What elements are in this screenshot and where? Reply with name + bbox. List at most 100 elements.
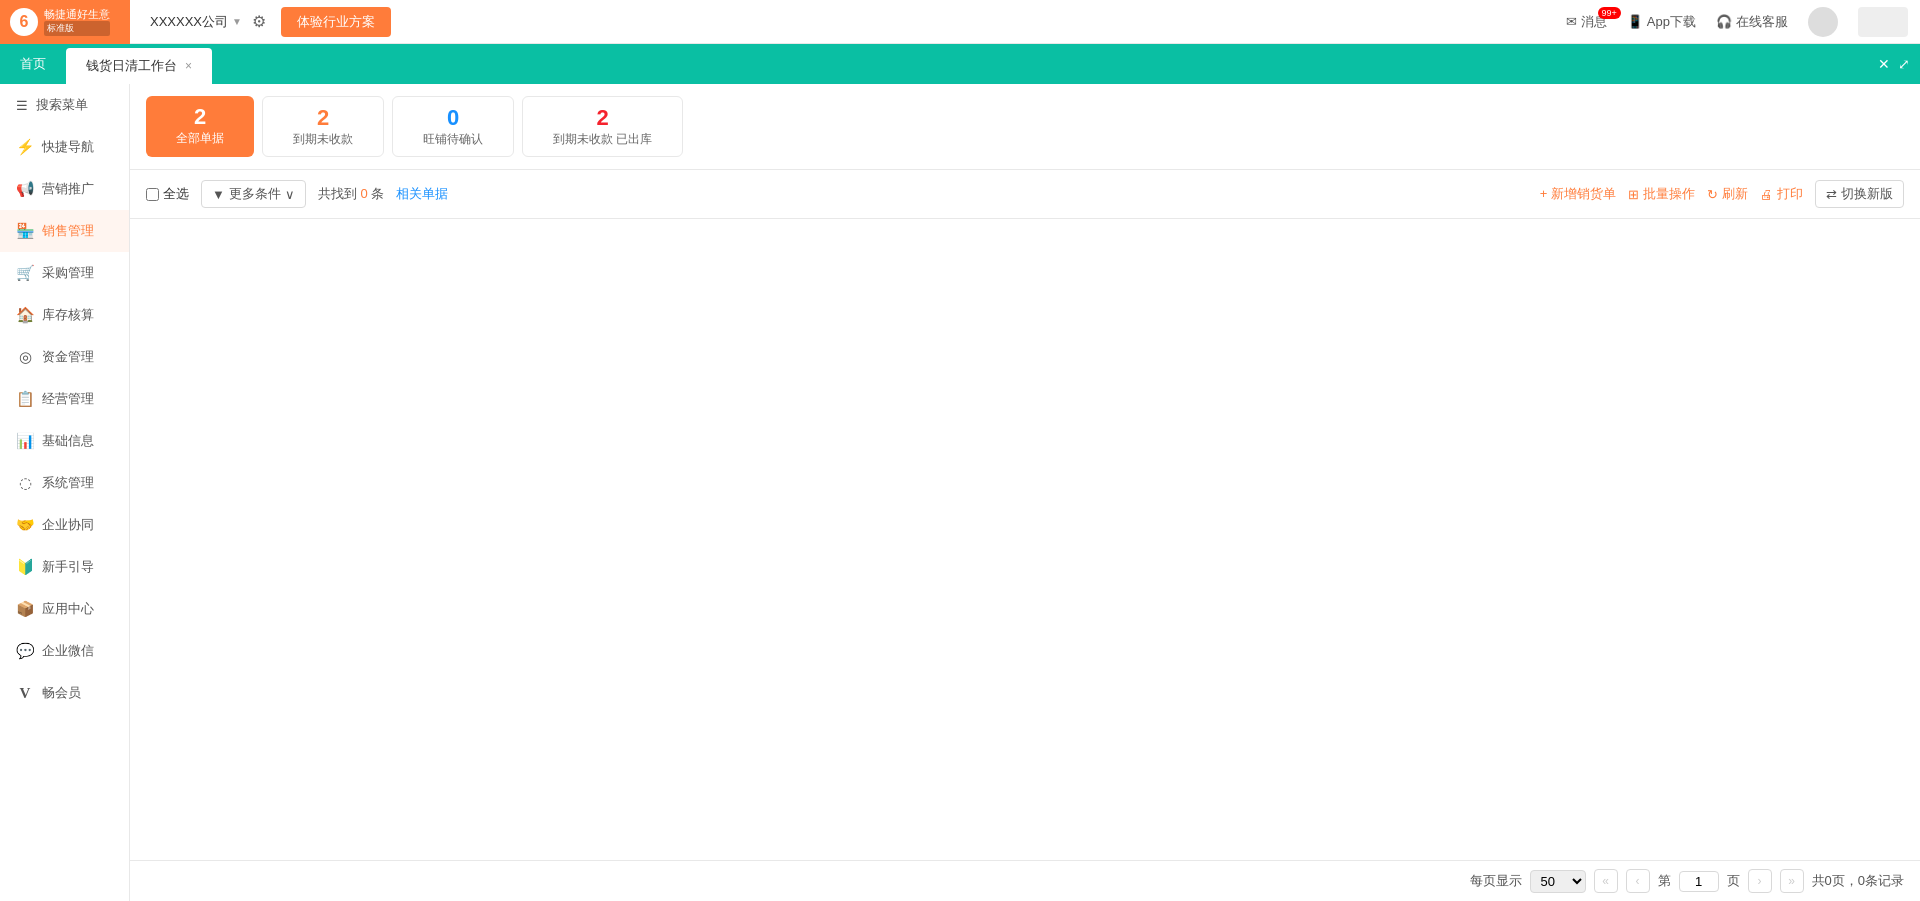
app-download-item[interactable]: 📱 App下载	[1627, 13, 1696, 31]
weixin-label: 企业微信	[42, 642, 94, 660]
inventory-label: 库存核算	[42, 306, 94, 324]
filter-icon: ▼	[212, 187, 225, 202]
sidebar-item-newbie[interactable]: 🔰 新手引导	[0, 546, 129, 588]
sidebar-item-operations[interactable]: 📋 经营管理	[0, 378, 129, 420]
sidebar-item-enterprise[interactable]: 🤝 企业协同	[0, 504, 129, 546]
top-right-area: ✉ 消息 99+ 📱 App下载 🎧 在线客服	[1566, 7, 1908, 37]
window-max-btn[interactable]: ⤢	[1898, 56, 1910, 72]
refresh-button[interactable]: ↻ 刷新	[1707, 185, 1748, 203]
sidebar-search[interactable]: ☰ 搜索菜单	[0, 84, 129, 126]
last-page-button[interactable]: »	[1780, 869, 1804, 893]
batch-operations-button[interactable]: ⊞ 批量操作	[1628, 185, 1695, 203]
quick-nav-icon: ⚡	[16, 138, 34, 156]
card-overdue-out-number: 2	[597, 105, 609, 131]
sidebar: ☰ 搜索菜单 ⚡ 快捷导航 📢 营销推广 🏪 销售管理 🛒 采购管理 🏠 库存核…	[0, 84, 130, 901]
logo-text-area: 畅捷通好生意 标准版	[44, 7, 110, 36]
sidebar-item-member[interactable]: V 畅会员	[0, 672, 129, 714]
member-icon: V	[16, 685, 34, 702]
card-overdue-number: 2	[317, 105, 329, 131]
print-label: 打印	[1777, 185, 1803, 203]
system-icon: ◌	[16, 474, 34, 492]
sales-label: 销售管理	[42, 222, 94, 240]
sidebar-item-app-center[interactable]: 📦 应用中心	[0, 588, 129, 630]
nav-tab-actions: ✕ ⤢	[1878, 56, 1920, 72]
logo-name: 畅捷通好生意	[44, 7, 110, 21]
avatar[interactable]	[1808, 7, 1838, 37]
found-count: 0	[361, 186, 368, 201]
sidebar-item-quick-nav[interactable]: ⚡ 快捷导航	[0, 126, 129, 168]
base-info-icon: 📊	[16, 432, 34, 450]
window-close-btn[interactable]: ✕	[1878, 56, 1890, 72]
select-all-input[interactable]	[146, 188, 159, 201]
select-all-checkbox[interactable]: 全选	[146, 185, 189, 203]
newbie-label: 新手引导	[42, 558, 94, 576]
table-area	[130, 219, 1920, 860]
marketing-icon: 📢	[16, 180, 34, 198]
page-end-label: 页	[1727, 872, 1740, 890]
search-icon: ☰	[16, 98, 28, 113]
related-link[interactable]: 相关单据	[396, 185, 448, 203]
prev-page-button[interactable]: ‹	[1626, 869, 1650, 893]
select-all-label: 全选	[163, 185, 189, 203]
quick-nav-label: 快捷导航	[42, 138, 94, 156]
operations-icon: 📋	[16, 390, 34, 408]
sidebar-item-sales[interactable]: 🏪 销售管理	[0, 210, 129, 252]
card-all[interactable]: 2 全部单据	[146, 96, 254, 157]
refresh-label: 刷新	[1722, 185, 1748, 203]
card-all-label: 全部单据	[176, 130, 224, 147]
tab-home[interactable]: 首页	[0, 44, 66, 84]
finance-label: 资金管理	[42, 348, 94, 366]
tab-close-icon[interactable]: ×	[185, 59, 192, 73]
online-service-item[interactable]: 🎧 在线客服	[1716, 13, 1788, 31]
sidebar-item-finance[interactable]: ◎ 资金管理	[0, 336, 129, 378]
trial-button[interactable]: 体验行业方案	[281, 7, 391, 37]
nav-tabs: 首页 钱货日清工作台 × ✕ ⤢	[0, 44, 1920, 84]
add-sales-order-button[interactable]: + 新增销货单	[1540, 185, 1616, 203]
summary-cards: 2 全部单据 2 到期未收款 0 旺铺待确认 2 到期未收款 已出库	[130, 84, 1920, 170]
weixin-icon: 💬	[16, 642, 34, 660]
sidebar-item-weixin[interactable]: 💬 企业微信	[0, 630, 129, 672]
page-label: 第	[1658, 872, 1671, 890]
print-icon: 🖨	[1760, 187, 1773, 202]
app-download-label: App下载	[1647, 13, 1696, 31]
base-info-label: 基础信息	[42, 432, 94, 450]
card-overdue[interactable]: 2 到期未收款	[262, 96, 384, 157]
message-icon: ✉	[1566, 14, 1577, 29]
headset-icon: 🎧	[1716, 14, 1732, 29]
card-overdue-out[interactable]: 2 到期未收款 已出库	[522, 96, 683, 157]
per-page-select[interactable]: 50 100 200	[1530, 870, 1586, 893]
content-area: 2 全部单据 2 到期未收款 0 旺铺待确认 2 到期未收款 已出库 全选	[130, 84, 1920, 901]
sidebar-item-marketing[interactable]: 📢 营销推广	[0, 168, 129, 210]
member-label: 畅会员	[42, 684, 81, 702]
first-page-button[interactable]: «	[1594, 869, 1618, 893]
settings-icon[interactable]: ⚙	[252, 12, 266, 31]
company-name: XXXXXX公司	[150, 13, 228, 31]
switch-icon: ⇄	[1826, 187, 1837, 202]
inventory-icon: 🏠	[16, 306, 34, 324]
next-page-button[interactable]: ›	[1748, 869, 1772, 893]
company-selector[interactable]: XXXXXX公司 ▼	[150, 13, 242, 31]
card-overdue-out-label: 到期未收款 已出库	[553, 131, 652, 148]
toolbar: 全选 ▼ 更多条件 ∨ 共找到 0 条 相关单据 + 新增销货单 ⊞ 批量操作	[130, 170, 1920, 219]
found-text: 共找到 0 条	[318, 185, 384, 203]
card-pending-label: 旺铺待确认	[423, 131, 483, 148]
print-button[interactable]: 🖨 打印	[1760, 185, 1803, 203]
card-pending-number: 0	[447, 105, 459, 131]
tab-active[interactable]: 钱货日清工作台 ×	[66, 48, 212, 84]
newbie-icon: 🔰	[16, 558, 34, 576]
switch-version-button[interactable]: ⇄ 切换新版	[1815, 180, 1904, 208]
filter-button[interactable]: ▼ 更多条件 ∨	[201, 180, 306, 208]
search-label: 搜索菜单	[36, 96, 88, 114]
message-item[interactable]: ✉ 消息 99+	[1566, 13, 1607, 31]
user-name-area[interactable]	[1858, 7, 1908, 37]
system-label: 系统管理	[42, 474, 94, 492]
sidebar-item-system[interactable]: ◌ 系统管理	[0, 462, 129, 504]
company-arrow: ▼	[232, 16, 242, 27]
page-number-input[interactable]	[1679, 871, 1719, 892]
sidebar-item-base-info[interactable]: 📊 基础信息	[0, 420, 129, 462]
card-pending[interactable]: 0 旺铺待确认	[392, 96, 514, 157]
sidebar-item-purchase[interactable]: 🛒 采购管理	[0, 252, 129, 294]
sales-icon: 🏪	[16, 222, 34, 240]
logo-icon: 6	[10, 8, 38, 36]
sidebar-item-inventory[interactable]: 🏠 库存核算	[0, 294, 129, 336]
